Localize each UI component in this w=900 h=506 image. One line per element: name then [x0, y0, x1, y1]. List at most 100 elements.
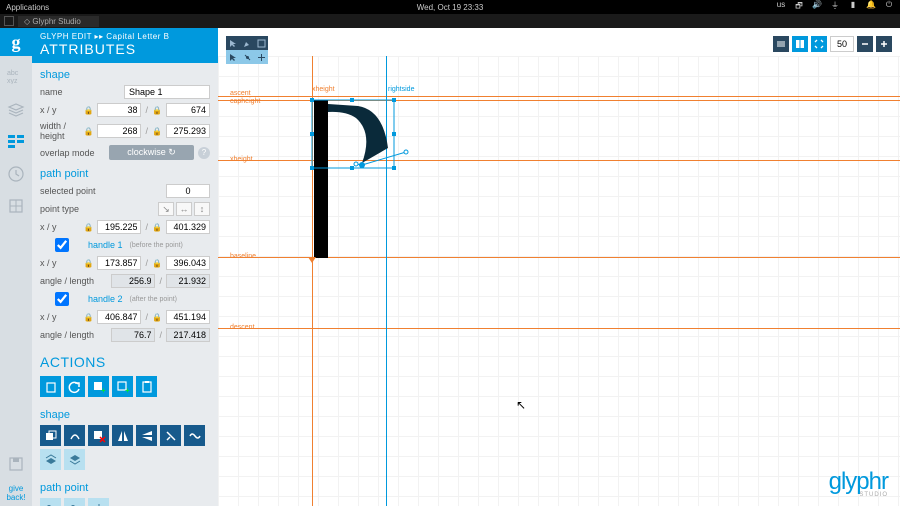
point-delete[interactable]: [64, 498, 85, 506]
tool-arrow[interactable]: [226, 36, 240, 50]
add-path-action[interactable]: +: [112, 376, 133, 397]
battery-icon[interactable]: ▮: [848, 0, 858, 14]
attributes-panel: GLYPH EDIT ▸▸ Capital Letter B ATTRIBUTE…: [32, 28, 218, 506]
shape-x-input[interactable]: [97, 103, 141, 117]
rail-layers-icon[interactable]: [4, 98, 28, 122]
shape-back[interactable]: [64, 449, 85, 470]
glyph-shape[interactable]: [218, 28, 900, 506]
view-split[interactable]: [792, 36, 808, 52]
keyboard-indicator[interactable]: us: [776, 0, 786, 14]
h1-length-input[interactable]: [166, 274, 210, 288]
h2-length-input[interactable]: [166, 328, 210, 342]
shape-reverse[interactable]: [64, 425, 85, 446]
shape-w-input[interactable]: [97, 124, 141, 138]
h1-al-label: angle / length: [40, 276, 107, 286]
lock-w-icon[interactable]: 🔒: [83, 127, 93, 136]
zoom-out[interactable]: [857, 36, 873, 52]
glyphr-logo[interactable]: g: [0, 28, 32, 56]
view-context[interactable]: [773, 36, 789, 52]
h1-xy-label: x / y: [40, 258, 79, 268]
selected-point-label: selected point: [40, 186, 162, 196]
lock-h1y-icon[interactable]: 🔒: [152, 259, 162, 268]
rail-history-icon[interactable]: [4, 162, 28, 186]
point-type-symmetric[interactable]: ↕: [194, 202, 210, 216]
lock-h2x-icon[interactable]: 🔒: [83, 313, 93, 322]
shape-delete[interactable]: [88, 425, 109, 446]
shape-flipv[interactable]: [136, 425, 157, 446]
h2-al-label: angle / length: [40, 330, 107, 340]
browser-button[interactable]: [4, 16, 14, 26]
overlap-label: overlap mode: [40, 148, 105, 158]
selected-point-input[interactable]: [166, 184, 210, 198]
pathpoint-section-title: path point: [32, 162, 218, 182]
lock-px-icon[interactable]: 🔒: [83, 223, 93, 232]
volume-icon[interactable]: 🔊: [812, 0, 822, 14]
give-back-link[interactable]: give back!: [0, 480, 32, 506]
rail-guides-icon[interactable]: [4, 194, 28, 218]
os-datetime[interactable]: Wed, Oct 19 23:33: [417, 3, 484, 12]
app-rail: g abcxyz give back!: [0, 28, 32, 506]
paste-action[interactable]: [136, 376, 157, 397]
rail-attributes-icon[interactable]: [4, 130, 28, 154]
shape-rotate[interactable]: [160, 425, 181, 446]
lock-x-icon[interactable]: 🔒: [83, 106, 93, 115]
applications-menu[interactable]: Applications: [6, 3, 49, 12]
actions-title: ACTIONS: [32, 344, 218, 374]
copy-action[interactable]: [40, 376, 61, 397]
tool-pointer[interactable]: [226, 50, 240, 64]
shape-combine[interactable]: [184, 425, 205, 446]
point-y-input[interactable]: [166, 220, 210, 234]
h1-x-input[interactable]: [97, 256, 141, 270]
undo-action[interactable]: [64, 376, 85, 397]
shape-y-input[interactable]: [166, 103, 210, 117]
browser-tab[interactable]: ◇ Glyphr Studio: [18, 16, 99, 27]
shape-actions-title: shape: [32, 403, 218, 423]
h2-angle-input[interactable]: [111, 328, 155, 342]
point-add[interactable]: +: [40, 498, 61, 506]
shape-section-title: shape: [32, 63, 218, 83]
lock-h-icon[interactable]: 🔒: [152, 127, 162, 136]
page-title: ATTRIBUTES: [40, 41, 210, 57]
zoom-value[interactable]: 50: [830, 36, 854, 52]
network-icon[interactable]: 🗗: [794, 0, 804, 14]
view-full[interactable]: [811, 36, 827, 52]
shape-name-input[interactable]: [124, 85, 210, 99]
lock-py-icon[interactable]: 🔒: [152, 223, 162, 232]
lock-h1x-icon[interactable]: 🔒: [83, 259, 93, 268]
tool-pan[interactable]: [254, 50, 268, 64]
rail-save-icon[interactable]: [4, 452, 28, 476]
rail-glyphs-icon[interactable]: abcxyz: [4, 60, 28, 90]
overlap-mode-button[interactable]: clockwise ↻: [109, 145, 194, 160]
shape-h-input[interactable]: [166, 124, 210, 138]
tool-pathedit[interactable]: [240, 50, 254, 64]
shape-fliph[interactable]: [112, 425, 133, 446]
h2-x-input[interactable]: [97, 310, 141, 324]
handle1-label: handle 1: [88, 240, 123, 250]
help-icon[interactable]: ?: [198, 147, 210, 159]
breadcrumb: GLYPH EDIT ▸▸ Capital Letter B: [40, 32, 210, 41]
wifi-icon[interactable]: ⏚: [830, 0, 840, 14]
canvas-area[interactable]: xheight rightside ascent capheight xheig…: [218, 28, 900, 506]
point-type-corner[interactable]: ↘: [158, 202, 174, 216]
handle2-checkbox[interactable]: [40, 292, 84, 306]
power-icon[interactable]: ⏻: [884, 0, 894, 14]
shape-copy[interactable]: [40, 425, 61, 446]
handle1-checkbox[interactable]: [40, 238, 84, 252]
h1-angle-input[interactable]: [111, 274, 155, 288]
mouse-cursor: ↖: [516, 398, 526, 412]
browser-tab-bar: ◇ Glyphr Studio: [0, 14, 900, 28]
tool-shape[interactable]: [254, 36, 268, 50]
add-shape-action[interactable]: +: [88, 376, 109, 397]
shape-front[interactable]: [40, 449, 61, 470]
point-type-flat[interactable]: ↔: [176, 202, 192, 216]
lock-y-icon[interactable]: 🔒: [152, 106, 162, 115]
point-reset[interactable]: [88, 498, 109, 506]
zoom-in[interactable]: [876, 36, 892, 52]
lock-h2y-icon[interactable]: 🔒: [152, 313, 162, 322]
pathpoint-actions-title: path point: [32, 476, 218, 496]
h1-y-input[interactable]: [166, 256, 210, 270]
tool-pen[interactable]: [240, 36, 254, 50]
h2-y-input[interactable]: [166, 310, 210, 324]
point-x-input[interactable]: [97, 220, 141, 234]
notify-icon[interactable]: 🔔: [866, 0, 876, 14]
